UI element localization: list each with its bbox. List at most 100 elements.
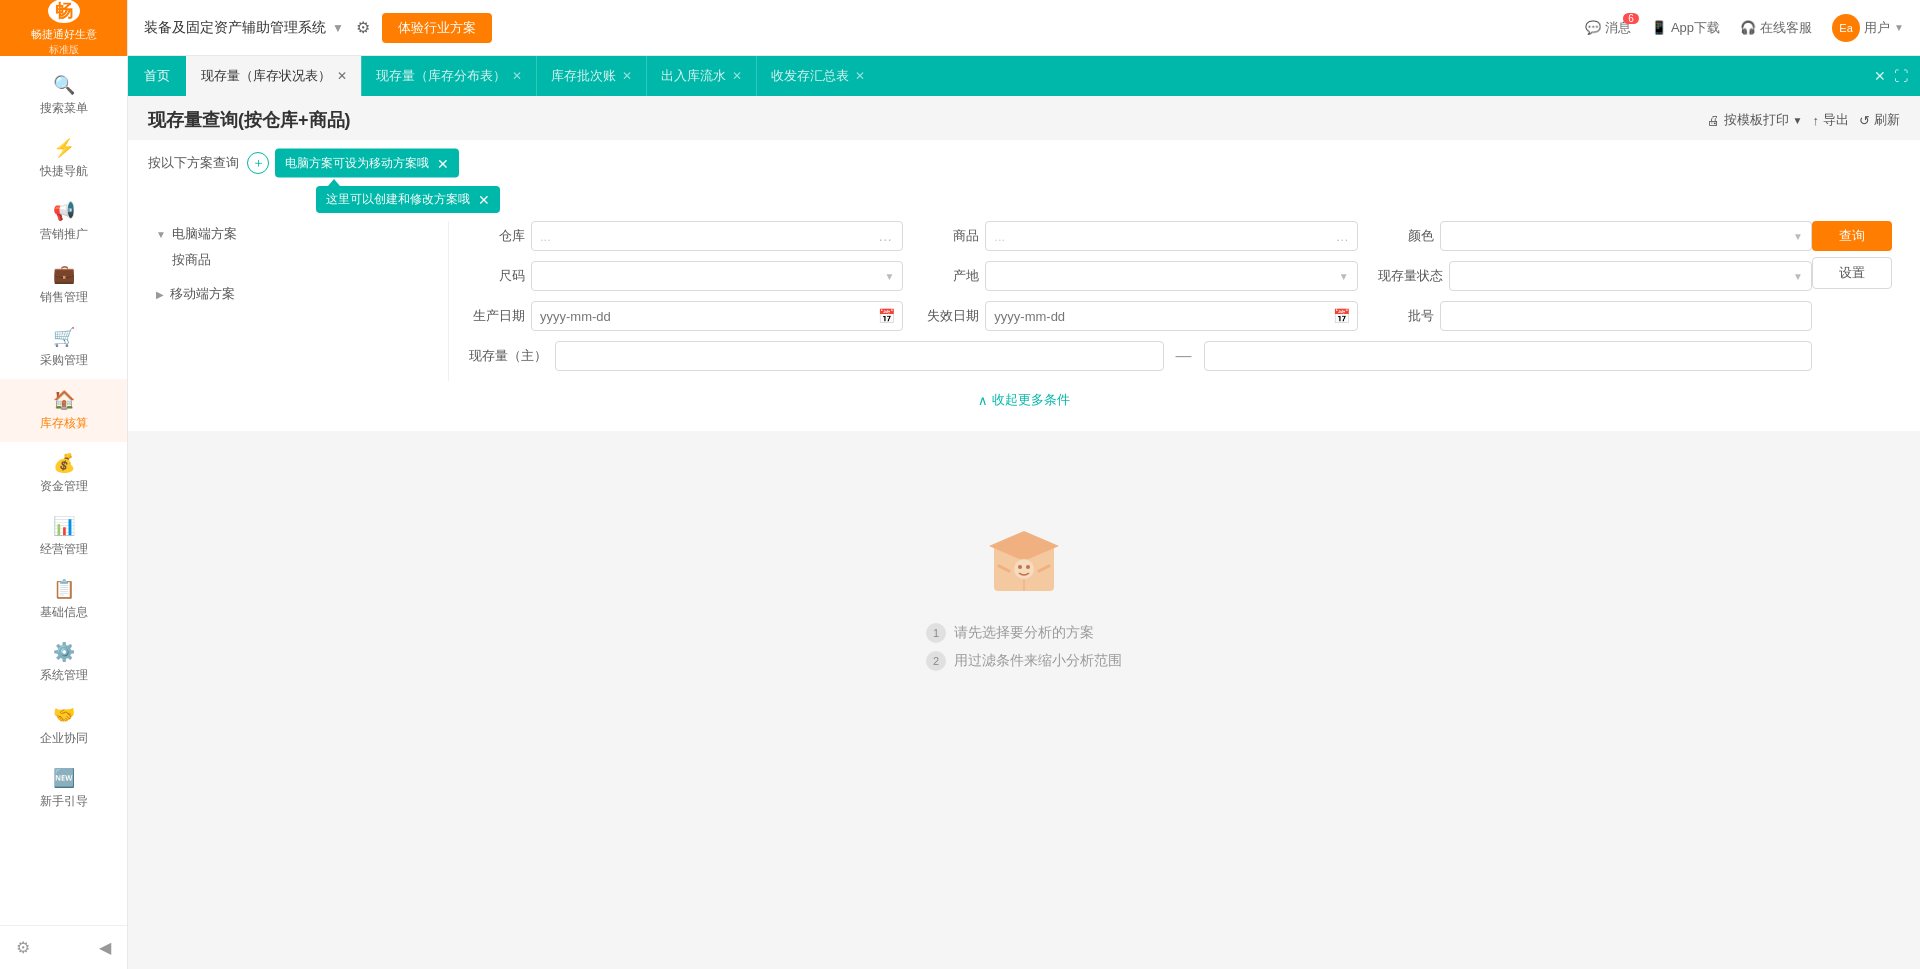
sidebar-item-label: 资金管理 <box>40 478 88 495</box>
filter-row-3: 生产日期 📅 失效日期 <box>469 301 1812 331</box>
reset-btn[interactable]: 设置 <box>1812 257 1892 289</box>
color-select[interactable]: ▼ <box>1440 221 1812 251</box>
page-actions: 🖨 按模板打印 ▼ ↑ 导出 ↺ 刷新 <box>1707 111 1900 129</box>
scheme-child-goods[interactable]: 按商品 <box>156 247 448 273</box>
sales-icon: 💼 <box>53 263 75 285</box>
sidebar-item-basic[interactable]: 📋 基础信息 <box>0 568 127 631</box>
add-tooltip-text: 电脑方案可设为移动方案哦 <box>285 155 429 172</box>
sidebar-item-finance[interactable]: 💰 资金管理 <box>0 442 127 505</box>
sidebar-item-purchase[interactable]: 🛒 采购管理 <box>0 316 127 379</box>
tab-batch-account[interactable]: 库存批次账 ✕ <box>536 56 646 96</box>
stock-qty-start[interactable] <box>555 341 1164 371</box>
print-btn[interactable]: 🖨 按模板打印 ▼ <box>1707 111 1803 129</box>
sidebar-item-sales[interactable]: 💼 销售管理 <box>0 253 127 316</box>
tab-close-inventory-dist[interactable]: ✕ <box>512 69 522 83</box>
sidebar-item-system[interactable]: ⚙️ 系统管理 <box>0 631 127 694</box>
form-cell-warehouse: 仓库 ... … <box>469 221 903 251</box>
sidebar-item-label: 基础信息 <box>40 604 88 621</box>
guide-icon: 🆕 <box>53 767 75 789</box>
filter-actions: ＋ 电脑方案可设为移动方案哦 ✕ ✎ « <box>247 152 325 174</box>
content-area: 现存量查询(按仓库+商品) 🖨 按模板打印 ▼ ↑ 导出 ↺ 刷新 <box>128 96 1920 969</box>
refresh-btn[interactable]: ↺ 刷新 <box>1859 111 1900 129</box>
size-arrow: ▼ <box>884 271 894 282</box>
basic-icon: 📋 <box>53 578 75 600</box>
enterprise-icon: 🤝 <box>53 704 75 726</box>
notification-badge: 6 <box>1623 13 1639 24</box>
topbar-gear-icon[interactable]: ⚙ <box>356 18 370 37</box>
sidebar-item-quick[interactable]: ⚡ 快捷导航 <box>0 127 127 190</box>
tab-home[interactable]: 首页 <box>128 56 186 96</box>
tab-in-out-flow[interactable]: 出入库流水 ✕ <box>646 56 756 96</box>
sidebar: 畅 畅捷通好生意 标准版 🔍 搜索菜单 ⚡ 快捷导航 📢 营销推广 💼 销售管理… <box>0 0 128 969</box>
batch-input[interactable] <box>1440 301 1812 331</box>
stock-qty-end[interactable] <box>1204 341 1813 371</box>
add-scheme-btn[interactable]: ＋ <box>247 152 269 174</box>
sidebar-item-operation[interactable]: 📊 经营管理 <box>0 505 127 568</box>
refresh-icon: ↺ <box>1859 113 1870 128</box>
user-avatar: Ea <box>1832 14 1860 42</box>
desktop-arrow: ▼ <box>156 229 166 240</box>
batch-label: 批号 <box>1378 307 1434 325</box>
export-icon: ↑ <box>1813 113 1820 128</box>
goods-select[interactable]: ... … <box>985 221 1357 251</box>
stock-status-select[interactable]: ▼ <box>1449 261 1812 291</box>
collapse-row[interactable]: ∧ 收起更多条件 <box>148 381 1900 419</box>
filter-area: 按以下方案查询 ＋ 电脑方案可设为移动方案哦 ✕ ✎ <box>128 140 1920 431</box>
notification-bell[interactable]: 💬 消息 6 <box>1585 19 1631 37</box>
user-area[interactable]: Ea 用户 ▼ <box>1832 14 1904 42</box>
app-download-label: App下载 <box>1671 19 1720 37</box>
add-tooltip-close[interactable]: ✕ <box>437 155 449 171</box>
settings-icon[interactable]: ⚙ <box>16 938 30 957</box>
edit-tooltip-close[interactable]: ✕ <box>478 192 490 208</box>
form-cell-origin: 产地 ▼ <box>923 261 1357 291</box>
tab-in-out-flow-label: 出入库流水 <box>661 67 726 85</box>
user-label: 用户 <box>1864 19 1890 37</box>
expire-date-start[interactable] <box>985 301 1357 331</box>
warehouse-select[interactable]: ... … <box>531 221 903 251</box>
tab-close-in-out-flow[interactable]: ✕ <box>732 69 742 83</box>
tab-batch-account-label: 库存批次账 <box>551 67 616 85</box>
tab-collect-summary[interactable]: 收发存汇总表 ✕ <box>756 56 879 96</box>
refresh-label: 刷新 <box>1874 111 1900 129</box>
sidebar-item-enterprise[interactable]: 🤝 企业协同 <box>0 694 127 757</box>
empty-step-2-text: 用过滤条件来缩小分析范围 <box>954 652 1122 670</box>
sidebar-item-search[interactable]: 🔍 搜索菜单 <box>0 64 127 127</box>
form-cell-goods: 商品 ... … <box>923 221 1357 251</box>
produce-date-start[interactable] <box>531 301 903 331</box>
filter-form-area: 仓库 ... … 商品 ... … <box>449 221 1812 381</box>
tabbar-maximize-icon[interactable]: ⛶ <box>1894 68 1908 84</box>
stock-qty-label: 现存量（主） <box>469 347 547 365</box>
export-btn[interactable]: ↑ 导出 <box>1813 111 1850 129</box>
add-tooltip-wrap: 电脑方案可设为移动方案哦 ✕ <box>275 149 459 178</box>
tab-inventory-status[interactable]: 现存量（库存状况表） ✕ <box>186 56 361 96</box>
tab-close-collect-summary[interactable]: ✕ <box>855 69 865 83</box>
tab-close-batch-account[interactable]: ✕ <box>622 69 632 83</box>
form-buttons: 查询 设置 <box>1812 221 1900 289</box>
goods-more-icon: … <box>1336 229 1349 244</box>
sidebar-collapse-icon[interactable]: ◀ <box>99 938 111 957</box>
tab-inventory-dist[interactable]: 现存量（库存分布表） ✕ <box>361 56 536 96</box>
tabbar-close-all-icon[interactable]: ✕ <box>1874 68 1886 84</box>
tab-close-inventory-status[interactable]: ✕ <box>337 69 347 83</box>
search-icon: 🔍 <box>53 74 75 96</box>
scheme-mobile-node[interactable]: ▶ 移动端方案 <box>156 281 448 307</box>
origin-select[interactable]: ▼ <box>985 261 1357 291</box>
online-service-link[interactable]: 🎧 在线客服 <box>1740 19 1812 37</box>
form-cell-produce-date: 生产日期 📅 <box>469 301 903 331</box>
expire-date-start-icon[interactable]: 📅 <box>1333 308 1350 324</box>
size-select[interactable]: ▼ <box>531 261 903 291</box>
sidebar-item-inventory[interactable]: 🏠 库存核算 <box>0 379 127 442</box>
topbar-dropdown-arrow[interactable]: ▼ <box>332 21 344 35</box>
sidebar-item-guide[interactable]: 🆕 新手引导 <box>0 757 127 820</box>
scheme-tree-panel: ▼ 电脑端方案 按商品 ▶ 移动端方案 <box>148 221 448 307</box>
empty-step-1: 1 请先选择要分析的方案 <box>926 623 1122 643</box>
scheme-desktop-node[interactable]: ▼ 电脑端方案 <box>156 221 448 247</box>
experience-btn[interactable]: 体验行业方案 <box>382 13 492 43</box>
purchase-icon: 🛒 <box>53 326 75 348</box>
sidebar-item-marketing[interactable]: 📢 营销推广 <box>0 190 127 253</box>
search-btn[interactable]: 查询 <box>1812 221 1892 251</box>
system-icon: ⚙️ <box>53 641 75 663</box>
filter-label: 按以下方案查询 <box>148 154 239 172</box>
produce-date-start-icon[interactable]: 📅 <box>878 308 895 324</box>
app-download-link[interactable]: 📱 App下载 <box>1651 19 1720 37</box>
